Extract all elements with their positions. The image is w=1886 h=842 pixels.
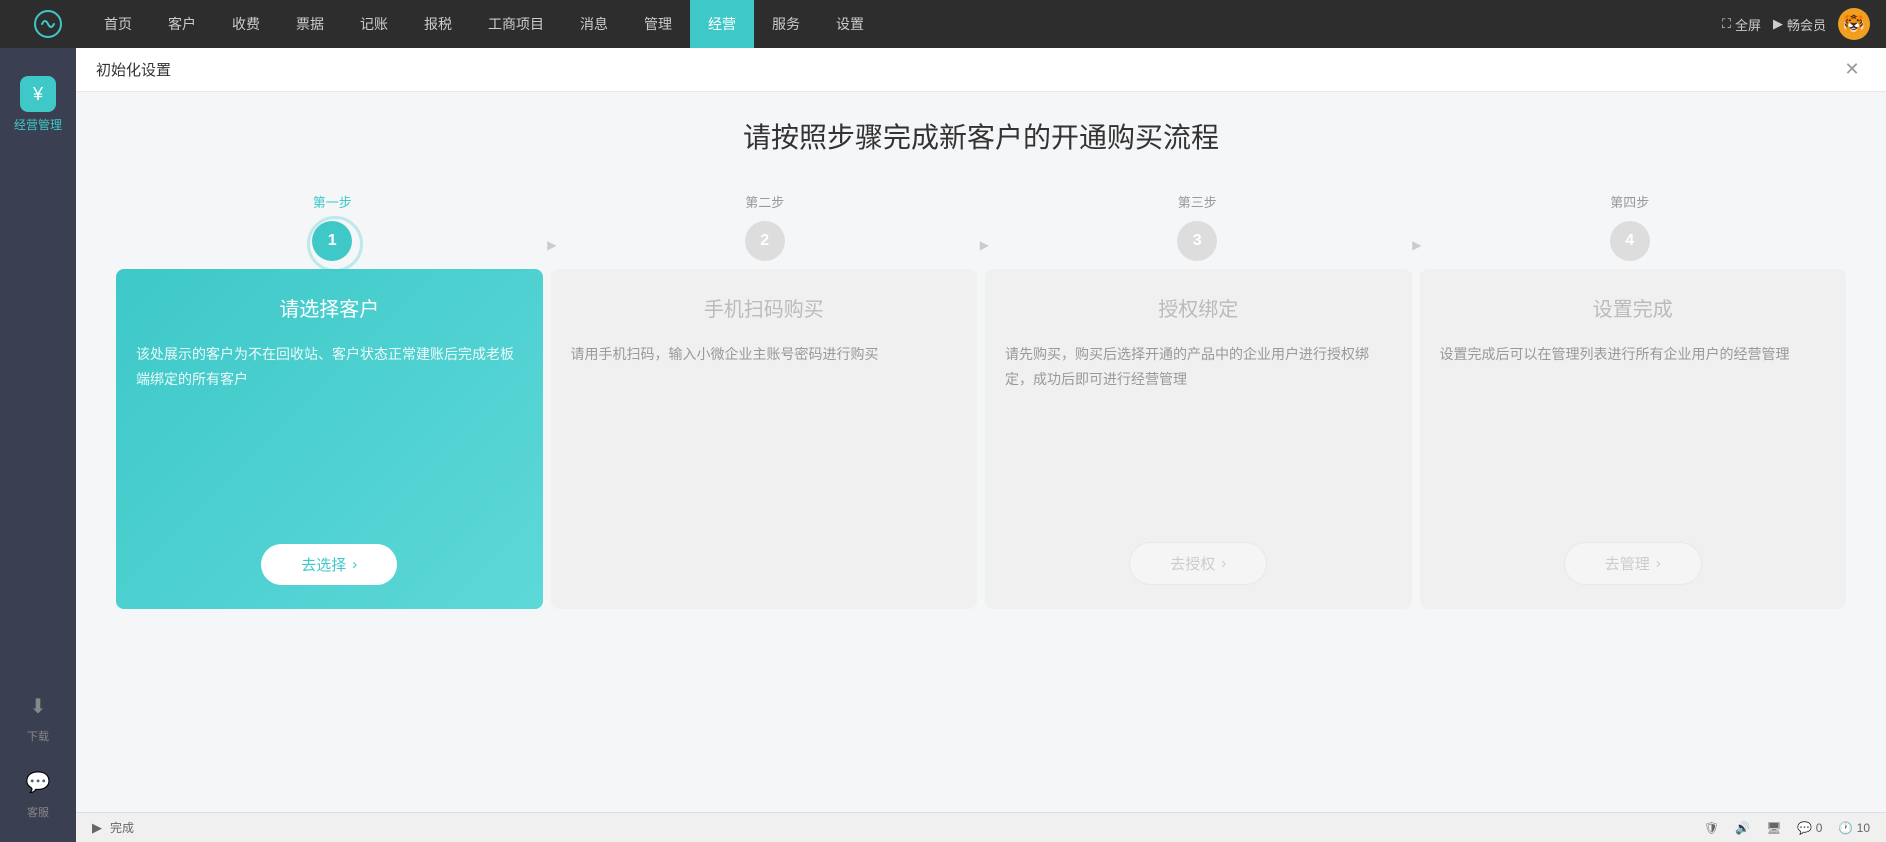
- clock-icon: 🕐 10: [1838, 821, 1870, 835]
- sidebar-item-operation[interactable]: ¥ 经营管理: [0, 64, 76, 145]
- play-status-icon: ▶: [92, 820, 102, 836]
- sidebar-bottom: ⬇ 下载 💬 客服: [20, 682, 56, 842]
- step1-card: 请选择客户 该处展示的客户为不在回收站、客户状态正常建账后完成老板端绑定的所有客…: [116, 269, 543, 609]
- connector3-arrow: ▶: [1412, 238, 1421, 252]
- step3-number: 3: [1193, 232, 1202, 250]
- step4-button-arrow: ›: [1656, 555, 1661, 572]
- shield-icon: 🛡: [1704, 821, 1719, 835]
- nav-operation[interactable]: 经营: [690, 0, 754, 48]
- download-icon: ⬇: [20, 688, 56, 724]
- fullscreen-label: 全屏: [1735, 15, 1761, 34]
- sidebar-item-label: 经营管理: [14, 116, 62, 133]
- connector1-arrow: ▶: [547, 238, 556, 252]
- status-left: ▶ 完成: [92, 819, 134, 836]
- content-area: 初始化设置 ✕ 请按照步骤完成新客户的开通购买流程 第一步 1 ▶: [76, 48, 1886, 842]
- step3-circle: 3: [1177, 221, 1217, 261]
- step3-button-label: 去授权: [1170, 553, 1215, 574]
- support-icon: 💬: [20, 764, 56, 800]
- page-title: 初始化设置: [96, 59, 171, 80]
- step1-button-arrow: ›: [352, 556, 357, 573]
- step4-card: 设置完成 设置完成后可以在管理列表进行所有企业用户的经营管理 去管理 ›: [1420, 269, 1847, 609]
- status-bar: ▶ 完成 🛡 🔊 🖥 💬 0 🕐 10: [76, 812, 1886, 842]
- nav-fee[interactable]: 收费: [214, 0, 278, 48]
- step2-number: 2: [760, 232, 769, 250]
- yuan-icon: ¥: [20, 76, 56, 112]
- fullscreen-button[interactable]: ⛶ 全屏: [1722, 15, 1761, 34]
- volume-icon: 🔊: [1735, 821, 1750, 835]
- step4-card-title: 设置完成: [1440, 293, 1827, 322]
- step3-action-button[interactable]: 去授权 ›: [1129, 542, 1267, 585]
- step4-card-footer: 去管理 ›: [1440, 542, 1827, 585]
- step2-circle: 2: [745, 221, 785, 261]
- step1-card-title: 请选择客户: [136, 293, 523, 322]
- nav-home[interactable]: 首页: [86, 0, 150, 48]
- step1-button-label: 去选择: [301, 554, 346, 575]
- status-right: 🛡 🔊 🖥 💬 0 🕐 10: [1704, 821, 1870, 835]
- member-button[interactable]: ▶ 畅会员: [1773, 15, 1826, 34]
- main-content-area: 请按照步骤完成新客户的开通购买流程 第一步 1 ▶ 第二步: [76, 92, 1886, 812]
- main-heading: 请按照步骤完成新客户的开通购买流程: [116, 116, 1846, 156]
- logo-area: [10, 8, 86, 40]
- step2-card: 手机扫码购买 请用手机扫码，输入小微企业主账号密码进行购买: [551, 269, 978, 609]
- nav-service[interactable]: 服务: [754, 0, 818, 48]
- connector2-arrow: ▶: [980, 238, 989, 252]
- step2-card-title: 手机扫码购买: [571, 293, 958, 322]
- nav-message[interactable]: 消息: [562, 0, 626, 48]
- step3-card-title: 授权绑定: [1005, 293, 1392, 322]
- chat-icon: 💬 0: [1797, 821, 1822, 835]
- nav-right-area: ⛶ 全屏 ▶ 畅会员 🐯: [1722, 8, 1886, 40]
- step4-label: 第四步: [1610, 192, 1649, 211]
- step4-number: 4: [1625, 232, 1634, 250]
- step1-circle: 1: [312, 221, 352, 261]
- nav-bookkeep[interactable]: 记账: [342, 0, 406, 48]
- play-icon: ▶: [1773, 16, 1783, 32]
- sidebar-support[interactable]: 💬 客服: [20, 758, 56, 826]
- avatar[interactable]: 🐯: [1838, 8, 1870, 40]
- support-label: 客服: [27, 804, 49, 820]
- steps-progress: 第一步 1 ▶ 第二步 2 ▶: [116, 192, 1846, 261]
- step3-card-body: 请先购买，购买后选择开通的产品中的企业用户进行授权绑定，成功后即可进行经营管理: [1005, 342, 1392, 522]
- step3-button-arrow: ›: [1221, 555, 1226, 572]
- nav-menu: 首页 客户 收费 票据 记账 报税 工商项目 消息 管理 经营 服务 设置: [86, 0, 1722, 48]
- step2-label: 第二步: [745, 192, 784, 211]
- top-navigation: 首页 客户 收费 票据 记账 报税 工商项目 消息 管理 经营 服务 设置 ⛶ …: [0, 0, 1886, 48]
- member-label: 畅会员: [1787, 15, 1826, 34]
- nav-business[interactable]: 工商项目: [470, 0, 562, 48]
- screen-icon: 🖥: [1766, 821, 1781, 835]
- status-label: 完成: [110, 819, 134, 836]
- nav-tax[interactable]: 报税: [406, 0, 470, 48]
- nav-manage[interactable]: 管理: [626, 0, 690, 48]
- content-header: 初始化设置 ✕: [76, 48, 1886, 92]
- nav-settings[interactable]: 设置: [818, 0, 882, 48]
- main-layout: ¥ 经营管理 ⬇ 下载 💬 客服 初始化设置 ✕ 请按照步骤完成新客户的开通购买…: [0, 48, 1886, 842]
- step-cards: 请选择客户 该处展示的客户为不在回收站、客户状态正常建账后完成老板端绑定的所有客…: [116, 269, 1846, 609]
- nav-bill[interactable]: 票据: [278, 0, 342, 48]
- download-label: 下载: [27, 728, 49, 744]
- step3-card-footer: 去授权 ›: [1005, 542, 1392, 585]
- step3-card: 授权绑定 请先购买，购买后选择开通的产品中的企业用户进行授权绑定，成功后即可进行…: [985, 269, 1412, 609]
- app-logo: [32, 8, 64, 40]
- nav-customer[interactable]: 客户: [150, 0, 214, 48]
- step4-button-label: 去管理: [1605, 553, 1650, 574]
- step1-number: 1: [328, 232, 337, 250]
- sidebar: ¥ 经营管理 ⬇ 下载 💬 客服: [0, 48, 76, 842]
- step1-label: 第一步: [313, 192, 352, 211]
- step1-action-button[interactable]: 去选择 ›: [261, 544, 397, 585]
- step1-card-footer: 去选择 ›: [136, 544, 523, 585]
- step3-label: 第三步: [1178, 192, 1217, 211]
- sidebar-download[interactable]: ⬇ 下载: [20, 682, 56, 750]
- close-button[interactable]: ✕: [1838, 56, 1866, 84]
- step4-action-button[interactable]: 去管理 ›: [1564, 542, 1702, 585]
- step4-circle: 4: [1610, 221, 1650, 261]
- step2-card-body: 请用手机扫码，输入小微企业主账号密码进行购买: [571, 342, 958, 565]
- step1-card-body: 该处展示的客户为不在回收站、客户状态正常建账后完成老板端绑定的所有客户: [136, 342, 523, 524]
- step4-card-body: 设置完成后可以在管理列表进行所有企业用户的经营管理: [1440, 342, 1827, 522]
- fullscreen-icon: ⛶: [1722, 16, 1731, 32]
